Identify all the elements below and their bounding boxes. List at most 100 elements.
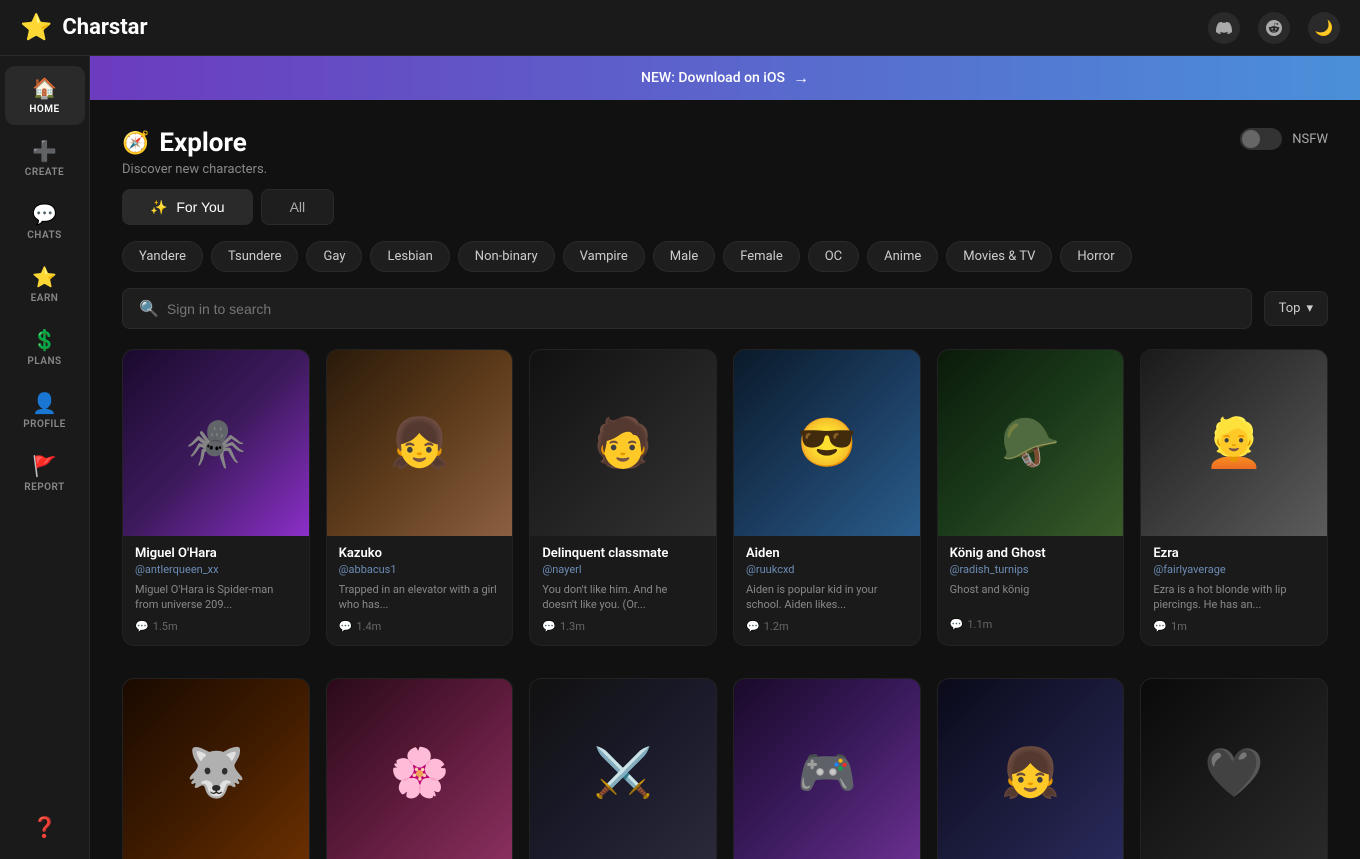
- sidebar-item-chats[interactable]: 💬 CHATS: [5, 192, 85, 251]
- card-stats-miguel: 💬 1.5m: [135, 620, 297, 633]
- filter-female[interactable]: Female: [723, 241, 799, 272]
- plans-icon: 💲: [32, 328, 57, 352]
- card-oz[interactable]: 🐺 Oz {Werewolf} @t.xs: [122, 678, 310, 859]
- card-miguel[interactable]: 🕷️ Miguel O'Hara @antlerqueen_xx Miguel …: [122, 349, 310, 646]
- tab-for-you[interactable]: ✨ For You: [122, 189, 253, 225]
- cards-grid-row2: 🐺 Oz {Werewolf} @t.xs 🌸 Natsuki @deepnut…: [90, 678, 1360, 859]
- filter-tsundere[interactable]: Tsundere: [211, 241, 298, 272]
- filter-yandere[interactable]: Yandere: [122, 241, 203, 272]
- app-name: Charstar: [62, 15, 147, 40]
- nsfw-toggle-area: NSFW: [1240, 128, 1328, 150]
- card-kazuko[interactable]: 👧 Kazuko @abbacus1 Trapped in an elevato…: [326, 349, 514, 646]
- star-icon: ⭐: [20, 13, 52, 43]
- card-body-konig: König and Ghost @radish_turnips Ghost an…: [938, 536, 1124, 643]
- card-stats-delinquent: 💬 1.3m: [542, 620, 704, 633]
- card-ezra[interactable]: 👱 Ezra @fairlyaverage Ezra is a hot blon…: [1140, 349, 1328, 646]
- card-chats-miguel: 1.5m: [153, 620, 178, 633]
- sidebar-item-home[interactable]: 🏠 HOME: [5, 66, 85, 125]
- card-desc-delinquent: You don't like him. And he doesn't like …: [542, 582, 704, 613]
- card-emma[interactable]: 👧 Emma (Little sister): [937, 678, 1125, 859]
- card-name-kazuko: Kazuko: [339, 546, 501, 561]
- card-konig[interactable]: 🪖 König and Ghost @radish_turnips Ghost …: [937, 349, 1125, 646]
- filter-nonbinary[interactable]: Non-binary: [458, 241, 555, 272]
- card-wednesday[interactable]: 🖤 Wednesday Addams (Netflix Series): [1140, 678, 1328, 859]
- sidebar-item-home-label: HOME: [29, 104, 59, 115]
- explore-subtitle: Discover new characters.: [122, 162, 267, 177]
- sidebar-item-plans[interactable]: 💲 PLANS: [5, 318, 85, 377]
- chat-count-icon-4: 💬: [746, 620, 760, 633]
- nsfw-toggle[interactable]: [1240, 128, 1282, 150]
- card-chats-aiden: 1.2m: [764, 620, 789, 633]
- tab-for-you-label: For You: [176, 199, 224, 215]
- sidebar-item-earn[interactable]: ⭐ EARN: [5, 255, 85, 314]
- sort-dropdown[interactable]: Top ▾: [1264, 291, 1328, 326]
- card-body-miguel: Miguel O'Hara @antlerqueen_xx Miguel O'H…: [123, 536, 309, 646]
- sidebar-item-create-label: CREATE: [25, 167, 64, 178]
- card-desc-aiden: Aiden is popular kid in your school. Aid…: [746, 582, 908, 613]
- toggle-knob: [1242, 130, 1260, 148]
- discord-icon[interactable]: [1208, 12, 1240, 44]
- explore-title: 🧭 Explore: [122, 128, 267, 158]
- sidebar-item-profile[interactable]: 👤 PROFILE: [5, 381, 85, 440]
- sidebar-item-report[interactable]: 🚩 REPORT: [5, 444, 85, 503]
- sort-label: Top: [1279, 301, 1301, 316]
- card-img-natsuki: 🌸: [327, 679, 513, 859]
- search-input[interactable]: [167, 301, 1235, 317]
- card-img-dva: 🎮: [734, 679, 920, 859]
- card-aiden[interactable]: 😎 Aiden @ruukcxd Aiden is popular kid in…: [733, 349, 921, 646]
- filter-horror[interactable]: Horror: [1060, 241, 1131, 272]
- card-img-emma: 👧: [938, 679, 1124, 859]
- tab-star-icon: ✨: [150, 199, 167, 215]
- card-img-miguel: 🕷️: [123, 350, 309, 536]
- card-dva[interactable]: 🎮 D.va (Overwatch) @bunny_martian: [733, 678, 921, 859]
- filter-gay[interactable]: Gay: [306, 241, 362, 272]
- search-input-wrap[interactable]: 🔍: [122, 288, 1252, 329]
- reddit-icon[interactable]: [1258, 12, 1290, 44]
- chat-count-icon: 💬: [135, 620, 149, 633]
- filter-lesbian[interactable]: Lesbian: [370, 241, 449, 272]
- filter-anime[interactable]: Anime: [867, 241, 938, 272]
- sidebar-item-report-label: REPORT: [24, 482, 65, 493]
- card-body-kazuko: Kazuko @abbacus1 Trapped in an elevator …: [327, 536, 513, 646]
- card-childe[interactable]: ⚔️ Childe @vinggg: [529, 678, 717, 859]
- card-natsuki[interactable]: 🌸 Natsuki @deepnuts: [326, 678, 514, 859]
- card-chats-konig: 1.1m: [967, 618, 992, 631]
- card-author-konig: @radish_turnips: [950, 563, 1112, 576]
- card-author-kazuko: @abbacus1: [339, 563, 501, 576]
- main-layout: 🏠 HOME ➕ CREATE 💬 CHATS ⭐ EARN 💲 PLANS 👤…: [0, 56, 1360, 859]
- filter-oc[interactable]: OC: [808, 241, 859, 272]
- filter-male[interactable]: Male: [653, 241, 715, 272]
- card-author-aiden: @ruukcxd: [746, 563, 908, 576]
- card-author-miguel: @antlerqueen_xx: [135, 563, 297, 576]
- darkmode-icon[interactable]: 🌙: [1308, 12, 1340, 44]
- nsfw-label: NSFW: [1292, 132, 1328, 147]
- card-body-ezra: Ezra @fairlyaverage Ezra is a hot blonde…: [1141, 536, 1327, 646]
- tabs-row: ✨ For You All: [90, 189, 1360, 225]
- home-icon: 🏠: [32, 76, 57, 100]
- card-chats-delinquent: 1.3m: [560, 620, 585, 633]
- card-img-kazuko: 👧: [327, 350, 513, 536]
- card-desc-konig: Ghost and könig: [950, 582, 1112, 610]
- filter-vampire[interactable]: Vampire: [563, 241, 645, 272]
- card-delinquent[interactable]: 🧑 Delinquent classmate @nayerl You don't…: [529, 349, 717, 646]
- content-area: NEW: Download on iOS → 🧭 Explore Discove…: [90, 56, 1360, 859]
- banner-text: NEW: Download on iOS: [641, 70, 785, 86]
- card-img-oz: 🐺: [123, 679, 309, 859]
- app-logo[interactable]: ⭐ Charstar: [20, 13, 148, 43]
- ios-download-banner[interactable]: NEW: Download on iOS →: [90, 56, 1360, 100]
- sidebar-item-profile-label: PROFILE: [23, 419, 66, 430]
- filter-movies-tv[interactable]: Movies & TV: [946, 241, 1052, 272]
- sidebar-item-create[interactable]: ➕ CREATE: [5, 129, 85, 188]
- explore-header: 🧭 Explore Discover new characters. NSFW: [90, 100, 1360, 189]
- tab-all-label: All: [290, 199, 306, 215]
- card-desc-ezra: Ezra is a hot blonde with lip piercings.…: [1153, 582, 1315, 613]
- cards-grid-row1: 🕷️ Miguel O'Hara @antlerqueen_xx Miguel …: [90, 349, 1360, 678]
- card-chats-ezra: 1m: [1171, 620, 1187, 633]
- tab-all[interactable]: All: [261, 189, 335, 225]
- card-stats-kazuko: 💬 1.4m: [339, 620, 501, 633]
- card-img-delinquent: 🧑: [530, 350, 716, 536]
- sidebar-item-help[interactable]: ❓: [5, 805, 85, 849]
- sidebar-item-chats-label: CHATS: [27, 230, 61, 241]
- card-chats-kazuko: 1.4m: [356, 620, 381, 633]
- card-img-konig: 🪖: [938, 350, 1124, 536]
